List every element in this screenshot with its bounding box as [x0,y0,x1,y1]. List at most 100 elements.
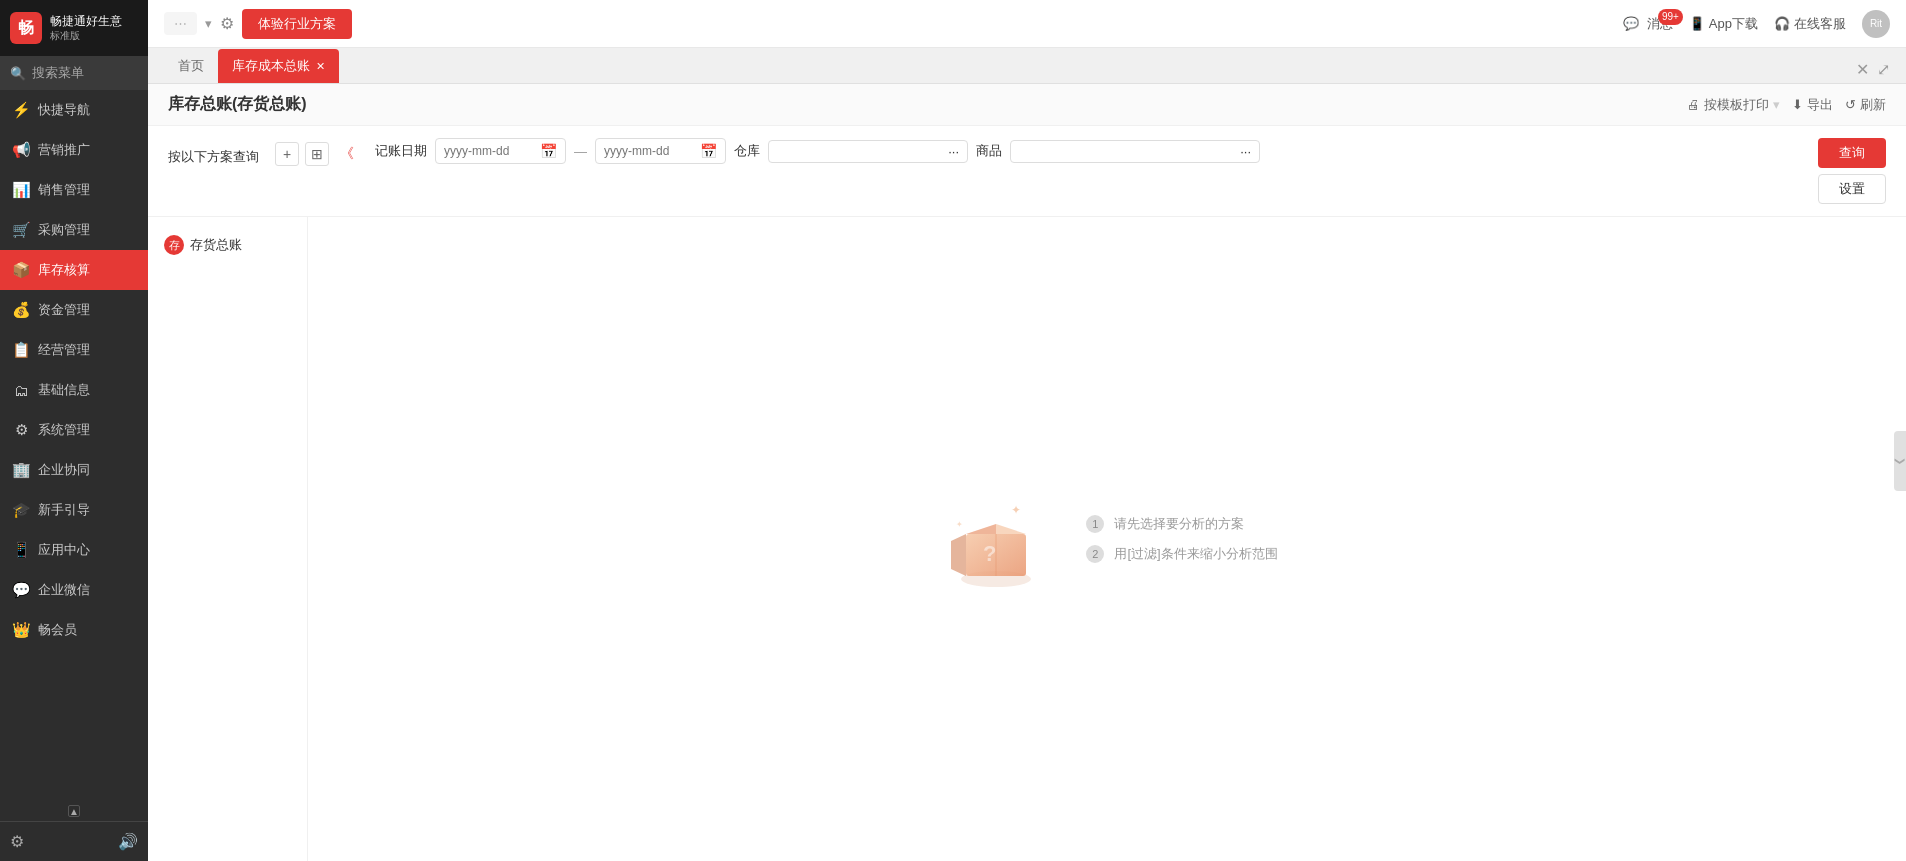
refresh-icon: ↺ [1845,97,1856,112]
message-button[interactable]: 💬 99+ 消息 [1623,15,1673,33]
newbie-icon: 🎓 [12,501,30,519]
date-end-field[interactable] [604,144,694,158]
sidebar-item-label: 企业协同 [38,461,90,479]
sidebar-item-vip[interactable]: 👑 畅会员 [0,610,148,650]
sidebar-item-quick-nav[interactable]: ⚡ 快捷导航 [0,90,148,130]
warehouse-input[interactable]: ··· [768,140,968,163]
svg-marker-3 [996,524,1026,534]
sidebar-item-label: 资金管理 [38,301,90,319]
date-field-label: 记账日期 [375,142,427,160]
online-service-label: 在线客服 [1794,15,1846,33]
app-name: 畅捷通好生意 [50,13,122,30]
svg-marker-5 [951,534,966,576]
apps-icon: 📱 [12,541,30,559]
date-end-input[interactable]: 📅 [595,138,726,164]
warehouse-field-label: 仓库 [734,142,760,160]
sidebar-item-label: 营销推广 [38,141,90,159]
collapse-btn[interactable]: 《 [335,142,359,166]
empty-step-1: 1 请先选择要分析的方案 [1086,515,1277,533]
headset-icon: 🎧 [1774,16,1790,31]
sidebar-item-inventory[interactable]: 📦 库存核算 [0,250,148,290]
empty-illustration: ✦ ✦ ? [936,489,1056,589]
sidebar-item-system[interactable]: ⚙ 系统管理 [0,410,148,450]
sidebar-item-label: 快捷导航 [38,101,90,119]
calendar-end-icon[interactable]: 📅 [700,143,717,159]
manage-scheme-btn[interactable]: ⊞ [305,142,329,166]
logo-icon: 畅 [10,12,42,44]
step1-text: 请先选择要分析的方案 [1114,515,1244,533]
sidebar-item-wechat[interactable]: 💬 企业微信 [0,570,148,610]
sidebar-search[interactable]: 🔍 搜索菜单 [0,56,148,90]
sidebar-scroll-up[interactable]: ▲ [68,805,80,817]
sidebar-item-operations[interactable]: 📋 经营管理 [0,330,148,370]
scheme-item-label: 存货总账 [190,236,242,254]
message-badge: 99+ [1658,9,1683,25]
gear-icon[interactable]: ⚙ [220,14,234,33]
sidebar-bottom: ⚙ 🔊 [0,821,148,861]
date-start-field[interactable] [444,144,534,158]
tab-home-label: 首页 [178,57,204,75]
step2-text: 用[过滤]条件来缩小分析范围 [1114,545,1277,563]
scheme-item-inventory-ledger[interactable]: 存 存货总账 [148,227,307,263]
page-content: 库存总账(存货总账) 🖨 按模板打印 ▾ ⬇ 导出 ↺ 刷新 [148,84,1906,861]
refresh-label: 刷新 [1860,96,1886,114]
sidebar-item-enterprise[interactable]: 🏢 企业协同 [0,450,148,490]
settings-bottom-icon[interactable]: ⚙ [10,832,24,851]
sidebar-item-apps[interactable]: 📱 应用中心 [0,530,148,570]
wechat-icon: 💬 [12,581,30,599]
data-area: ✦ ✦ ? 1 请先选择要分析的方案 [308,217,1906,861]
content-with-scheme: 存 存货总账 [148,217,1906,861]
online-service-button[interactable]: 🎧 在线客服 [1774,15,1846,33]
tab-inventory-ledger[interactable]: 库存成本总账 ✕ [218,49,339,83]
close-panel-icon[interactable]: ✕ [1856,60,1869,79]
page-title: 库存总账(存货总账) [168,94,307,115]
query-button[interactable]: 查询 [1818,138,1886,168]
print-template-button[interactable]: 🖨 按模板打印 ▾ [1687,96,1780,114]
page-inner: 库存总账(存货总账) 🖨 按模板打印 ▾ ⬇ 导出 ↺ 刷新 [148,84,1906,861]
goods-input[interactable]: ··· [1010,140,1260,163]
sidebar-item-funds[interactable]: 💰 资金管理 [0,290,148,330]
sidebar-item-label: 采购管理 [38,221,90,239]
empty-state: ✦ ✦ ? 1 请先选择要分析的方案 [936,489,1277,589]
right-panel-indicator[interactable]: ❯ [1894,431,1906,491]
expand-icon[interactable]: ⤢ [1877,60,1890,79]
scheme-item-icon: 存 [164,235,184,255]
goods-field-label: 商品 [976,142,1002,160]
chevron-down-icon[interactable]: ▾ [205,16,212,31]
tab-close-icon[interactable]: ✕ [316,60,325,73]
sound-icon[interactable]: 🔊 [118,832,138,851]
refresh-button[interactable]: ↺ 刷新 [1845,96,1886,114]
warehouse-more-icon[interactable]: ··· [948,145,959,158]
sidebar-item-basic-info[interactable]: 🗂 基础信息 [0,370,148,410]
sidebar-item-purchase[interactable]: 🛒 采购管理 [0,210,148,250]
goods-more-icon[interactable]: ··· [1240,145,1251,158]
svg-text:✦: ✦ [1011,503,1021,517]
add-scheme-btn[interactable]: + [275,142,299,166]
print-chevron-icon: ▾ [1773,97,1780,112]
topbar: ⋯ ▾ ⚙ 体验行业方案 💬 99+ 消息 📱 App下载 🎧 在线客服 Rit [148,0,1906,48]
breadcrumb-text: ⋯ [174,16,187,31]
filter-row-date: 记账日期 📅 — 📅 仓库 ··· [375,138,1802,164]
calendar-start-icon[interactable]: 📅 [540,143,557,159]
topbar-right: 💬 99+ 消息 📱 App下载 🎧 在线客服 Rit [1623,10,1890,38]
basic-info-icon: 🗂 [12,381,30,399]
sidebar-item-newbie[interactable]: 🎓 新手引导 [0,490,148,530]
sidebar-item-marketing[interactable]: 📢 营销推广 [0,130,148,170]
export-button[interactable]: ⬇ 导出 [1792,96,1833,114]
step1-num: 1 [1086,515,1104,533]
search-icon: 🔍 [10,66,26,81]
operations-icon: 📋 [12,341,30,359]
industry-btn[interactable]: 体验行业方案 [242,9,352,39]
svg-text:✦: ✦ [956,520,963,529]
sidebar-item-label: 新手引导 [38,501,90,519]
sidebar-item-sales[interactable]: 📊 销售管理 [0,170,148,210]
scheme-panel: 存 存货总账 [148,217,308,861]
date-start-input[interactable]: 📅 [435,138,566,164]
tab-home[interactable]: 首页 [164,49,218,83]
sidebar-item-label: 应用中心 [38,541,90,559]
export-label: 导出 [1807,96,1833,114]
settings-button[interactable]: 设置 [1818,174,1886,204]
avatar[interactable]: Rit [1862,10,1890,38]
enterprise-icon: 🏢 [12,461,30,479]
app-download-button[interactable]: 📱 App下载 [1689,15,1758,33]
